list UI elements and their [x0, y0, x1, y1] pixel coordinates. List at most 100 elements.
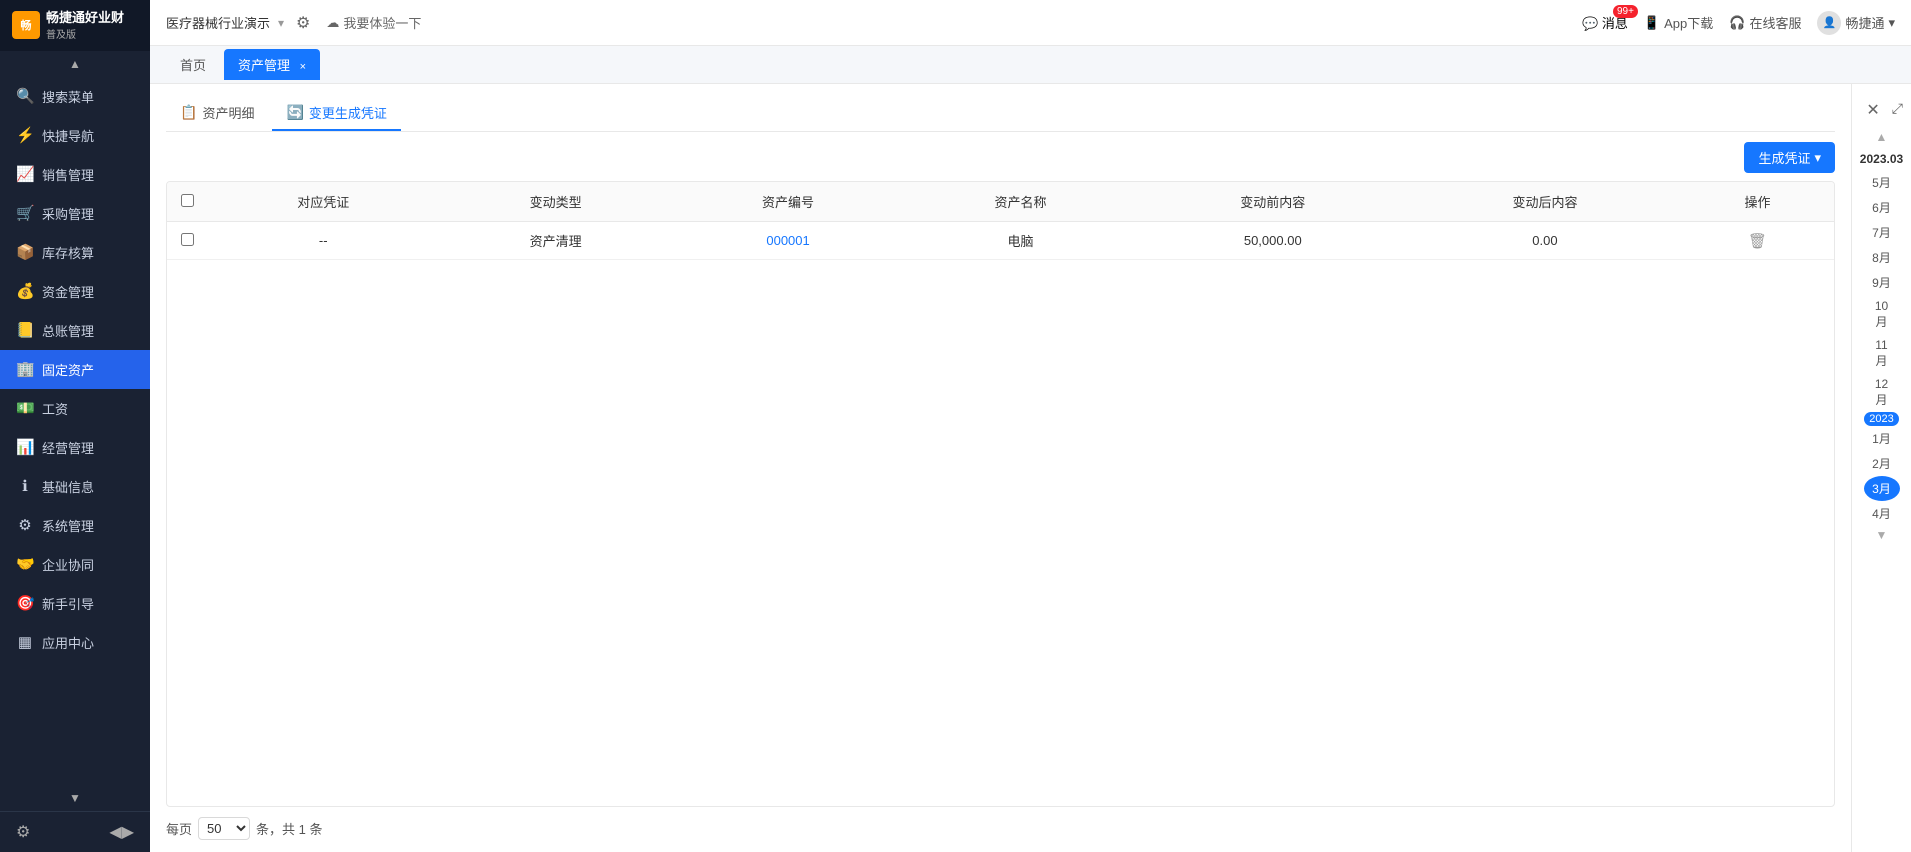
sidebar-item-企业协同[interactable]: 🤝 企业协同 — [0, 545, 150, 584]
message-icon: 💬 — [1582, 16, 1598, 31]
tab-asset-label: 资产管理 — [238, 58, 290, 73]
table-header-row: 对应凭证 变动类型 资产编号 资产名称 变动前内容 变动后内容 操作 — [167, 182, 1834, 222]
sidebar-item-工资[interactable]: 💵 工资 — [0, 389, 150, 428]
panel-inner: ▲ 2023.03 5月 6月 7月 8月 9月 10月 11月 12月 202… — [1852, 128, 1911, 544]
app-name: 畅捷通好业财 — [46, 10, 124, 26]
sidebar-item-采购管理[interactable]: 🛒 采购管理 — [0, 194, 150, 233]
settings-icon[interactable]: ⚙ — [16, 822, 30, 842]
sidebar-icon: 🎯 — [16, 594, 34, 612]
sidebar-icon: 📊 — [16, 438, 34, 456]
sidebar-scroll-down: ▼ — [0, 785, 150, 811]
online-service-btn[interactable]: 🎧 在线客服 — [1729, 13, 1801, 32]
app-download-btn[interactable]: 📱 App下载 — [1644, 13, 1713, 32]
sidebar-item-label: 总账管理 — [42, 321, 94, 340]
panel-expand-icon[interactable]: ⤢ — [1888, 96, 1907, 124]
month-11[interactable]: 11月 — [1864, 334, 1900, 373]
main-area: 医疗器械行业演示 ▾ ⚙ ☁ 我要体验一下 💬 消息 99+ 📱 App下载 🎧… — [150, 0, 1911, 852]
month-8[interactable]: 8月 — [1864, 245, 1900, 270]
experience-btn[interactable]: ☁ 我要体验一下 — [326, 13, 421, 32]
sidebar-item-应用中心[interactable]: ▦ 应用中心 — [0, 623, 150, 662]
sidebar-item-系统管理[interactable]: ⚙ 系统管理 — [0, 506, 150, 545]
tab-asset-management[interactable]: 资产管理 × — [224, 49, 320, 80]
topbar: 医疗器械行业演示 ▾ ⚙ ☁ 我要体验一下 💬 消息 99+ 📱 App下载 🎧… — [150, 0, 1911, 46]
sidebar-item-总账管理[interactable]: 📒 总账管理 — [0, 311, 150, 350]
collapse-icon[interactable]: ◀▶ — [109, 822, 134, 842]
month-1[interactable]: 1月 — [1864, 426, 1900, 451]
sidebar-icon: ⚙ — [16, 516, 34, 534]
sidebar-item-label: 销售管理 — [42, 165, 94, 184]
content-main: 📋 资产明细 🔄 变更生成凭证 生成凭证 ▾ — [150, 84, 1851, 852]
sidebar-item-label: 固定资产 — [42, 360, 94, 379]
sidebar-item-label: 基础信息 — [42, 477, 94, 496]
cloud-icon: ☁ — [326, 15, 339, 31]
row-voucher: -- — [207, 222, 439, 260]
sidebar-item-销售管理[interactable]: 📈 销售管理 — [0, 155, 150, 194]
sidebar-item-快捷导航[interactable]: ⚡ 快捷导航 — [0, 116, 150, 155]
toolbar-row: 生成凭证 ▾ — [166, 132, 1835, 181]
col-after: 变动后内容 — [1409, 182, 1681, 222]
tab-home[interactable]: 首页 — [166, 49, 220, 80]
message-btn[interactable]: 💬 消息 99+ — [1582, 13, 1628, 32]
col-before: 变动前内容 — [1137, 182, 1409, 222]
app-download-label: App下载 — [1664, 13, 1713, 32]
app-version: 普及版 — [46, 26, 124, 41]
topbar-right: 💬 消息 99+ 📱 App下载 🎧 在线客服 👤 畅捷通 ▾ — [1582, 11, 1895, 35]
row-change-type: 资产清理 — [439, 222, 671, 260]
sidebar-item-label: 工资 — [42, 399, 68, 418]
row-action: 🗑 — [1681, 222, 1834, 260]
sidebar-item-新手引导[interactable]: 🎯 新手引导 — [0, 584, 150, 623]
row-checkbox[interactable] — [181, 233, 194, 246]
table-body: -- 资产清理 000001 电脑 50,000.00 0.00 🗑 — [167, 222, 1834, 260]
year-2023-section: 2023 — [1864, 412, 1898, 426]
sidebar-item-经营管理[interactable]: 📊 经营管理 — [0, 428, 150, 467]
sidebar-item-资金管理[interactable]: 💰 资金管理 — [0, 272, 150, 311]
sidebar-menu: 🔍 搜索菜单⚡ 快捷导航📈 销售管理🛒 采购管理📦 库存核算💰 资金管理📒 总账… — [0, 77, 150, 785]
download-icon: 📱 — [1644, 15, 1660, 31]
content: 📋 资产明细 🔄 变更生成凭证 生成凭证 ▾ — [150, 84, 1911, 852]
user-menu[interactable]: 👤 畅捷通 ▾ — [1817, 11, 1895, 35]
company-chevron-icon[interactable]: ▾ — [278, 16, 284, 30]
page-size-select[interactable]: 50 10 20 100 — [198, 817, 250, 840]
month-7[interactable]: 7月 — [1864, 220, 1900, 245]
topbar-settings-icon[interactable]: ⚙ — [296, 13, 310, 33]
month-4[interactable]: 4月 — [1864, 501, 1900, 526]
sidebar-item-基础信息[interactable]: ℹ 基础信息 — [0, 467, 150, 506]
sidebar-icon: ℹ — [16, 477, 34, 495]
sub-tab-change-voucher[interactable]: 🔄 变更生成凭证 — [272, 96, 400, 131]
select-all-checkbox[interactable] — [181, 194, 194, 207]
per-page-label: 每页 — [166, 819, 192, 838]
month-3[interactable]: 3月 — [1864, 476, 1900, 501]
month-6[interactable]: 6月 — [1864, 195, 1900, 220]
sub-tab-asset-detail-label: 资产明细 — [202, 103, 254, 122]
col-voucher: 对应凭证 — [207, 182, 439, 222]
year-current-label: 2023.03 — [1860, 152, 1903, 166]
sidebar-item-搜索菜单[interactable]: 🔍 搜索菜单 — [0, 77, 150, 116]
online-service-label: 在线客服 — [1749, 13, 1801, 32]
scroll-up-arrow[interactable]: ▲ — [69, 57, 81, 71]
row-asset-code: 000001 — [672, 222, 904, 260]
total-label: 条，共 1 条 — [256, 819, 322, 838]
month-2[interactable]: 2月 — [1864, 451, 1900, 476]
generate-voucher-button[interactable]: 生成凭证 ▾ — [1744, 142, 1835, 173]
sidebar-icon: 🏢 — [16, 360, 34, 378]
month-9[interactable]: 9月 — [1864, 270, 1900, 295]
sidebar-item-固定资产[interactable]: 🏢 固定资产 — [0, 350, 150, 389]
sidebar-item-库存核算[interactable]: 📦 库存核算 — [0, 233, 150, 272]
header-checkbox-cell — [167, 182, 207, 222]
panel-scroll-down-icon[interactable]: ▼ — [1874, 526, 1890, 544]
month-12[interactable]: 12月 — [1864, 373, 1900, 412]
month-10[interactable]: 10月 — [1864, 295, 1900, 334]
tab-close-icon[interactable]: × — [300, 61, 306, 73]
delete-icon[interactable]: 🗑 — [1748, 233, 1767, 250]
company-name: 医疗器械行业演示 — [166, 13, 270, 32]
table-row: -- 资产清理 000001 电脑 50,000.00 0.00 🗑 — [167, 222, 1834, 260]
sidebar-item-label: 应用中心 — [42, 633, 94, 652]
panel-close-icon[interactable]: ✕ — [1862, 96, 1883, 124]
row-before: 50,000.00 — [1137, 222, 1409, 260]
service-icon: 🎧 — [1729, 15, 1745, 31]
panel-scroll-up-icon[interactable]: ▲ — [1874, 128, 1890, 146]
sub-tab-asset-detail[interactable]: 📋 资产明细 — [166, 96, 268, 131]
sidebar-item-label: 库存核算 — [42, 243, 94, 262]
month-5[interactable]: 5月 — [1864, 170, 1900, 195]
scroll-down-arrow[interactable]: ▼ — [69, 791, 81, 805]
